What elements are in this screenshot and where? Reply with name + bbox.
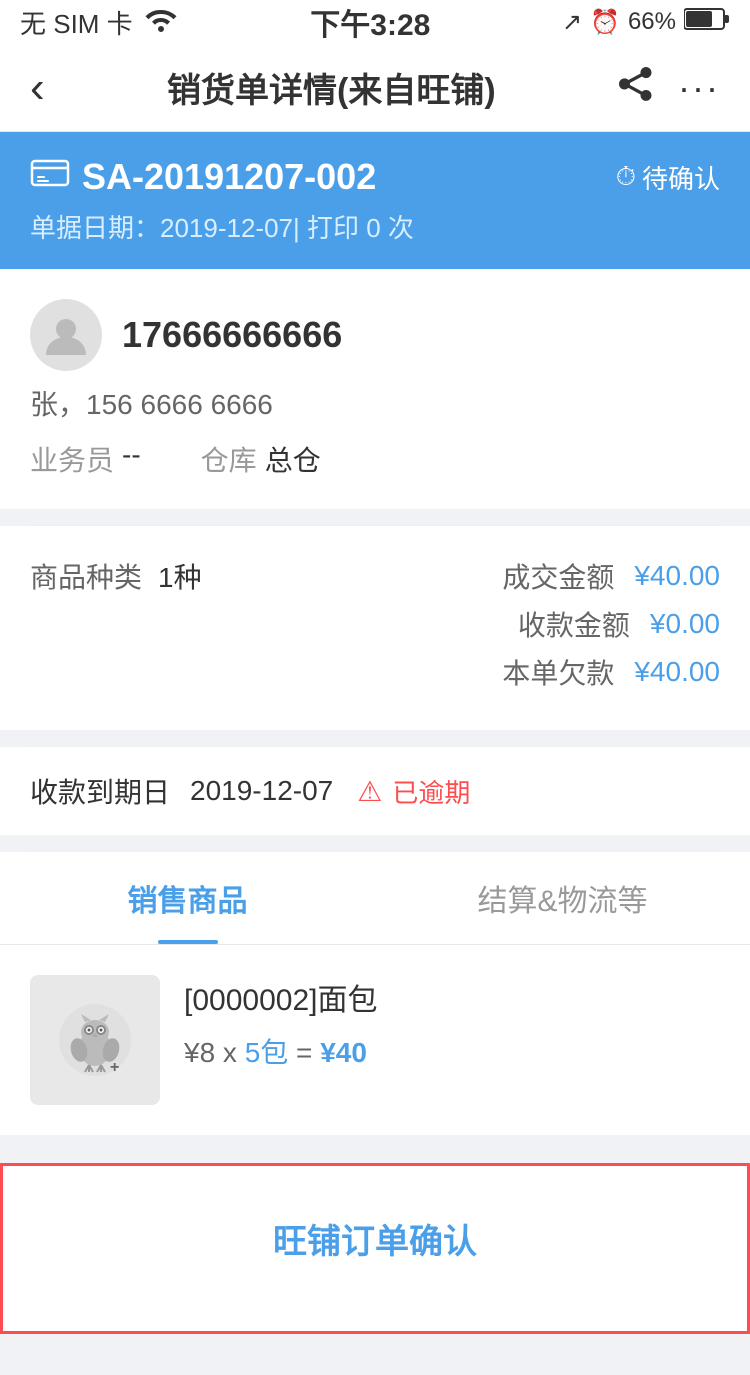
confirm-order-button[interactable]: 旺铺订单确认 (33, 1186, 717, 1291)
product-thumbnail: + (30, 975, 160, 1105)
customer-phone: 17666666666 (122, 314, 342, 356)
order-icon (30, 156, 70, 198)
tabs-section: 销售商品 结算&物流等 (0, 852, 750, 945)
warehouse-label: 仓库 (201, 439, 257, 479)
price-total: ¥40 (320, 1037, 367, 1068)
received-row: 收款金额 ¥0.00 (502, 604, 720, 644)
product-name: [0000002]面包 (184, 975, 720, 1019)
warning-icon: ⚠ (357, 775, 382, 808)
clock-icon: ⏱ (616, 161, 636, 193)
price-prefix: ¥8 x (184, 1037, 245, 1068)
nav-bar: ‹ 销货单详情(来自旺铺) ··· (0, 44, 750, 132)
salesman-label: 业务员 (30, 439, 114, 479)
arrears-label: 本单欠款 (502, 652, 614, 692)
battery-icon (684, 7, 730, 38)
product-price: ¥8 x 5包 = ¥40 (184, 1031, 720, 1071)
status-right: ↗ ⏰ 66% (562, 7, 730, 38)
page-title: 销货单详情(来自旺铺) (167, 63, 496, 112)
due-label: 收款到期日 (30, 771, 170, 811)
order-status: ⏱ 待确认 (616, 159, 720, 196)
share-button[interactable] (618, 66, 654, 110)
no-sim-text: 无 SIM 卡 (20, 4, 133, 41)
summary-section: 商品种类 1种 成交金额 ¥40.00 收款金额 ¥0.00 本单欠款 ¥40.… (0, 526, 750, 730)
nav-actions: ··· (618, 66, 720, 110)
tab-settlement[interactable]: 结算&物流等 (375, 852, 750, 944)
status-bar: 无 SIM 卡 下午3:28 ↗ ⏰ 66% (0, 0, 750, 44)
avatar (30, 299, 102, 371)
due-section: 收款到期日 2019-12-07 ⚠ 已逾期 (0, 747, 750, 835)
customer-name: 张，156 6666 6666 (30, 383, 720, 423)
order-header-top: SA-20191207-002 ⏱ 待确认 (30, 156, 720, 198)
more-button[interactable]: ··· (678, 67, 720, 109)
summary-right: 成交金额 ¥40.00 收款金额 ¥0.00 本单欠款 ¥40.00 (502, 556, 720, 700)
customer-top: 17666666666 (30, 299, 720, 371)
battery-text: 66% (628, 8, 676, 36)
due-date: 2019-12-07 (190, 775, 333, 807)
amount-row: 成交金额 ¥40.00 (502, 556, 720, 596)
received-label: 收款金额 (518, 604, 630, 644)
summary-category: 商品种类 1种 (30, 556, 202, 596)
confirm-button-wrapper: 旺铺订单确认 (0, 1163, 750, 1334)
status-left: 无 SIM 卡 (20, 4, 179, 41)
order-id: SA-20191207-002 (30, 156, 376, 198)
arrears-value: ¥40.00 (634, 656, 720, 688)
amount-label: 成交金额 (502, 556, 614, 596)
wifi-icon (143, 6, 179, 39)
location-icon: ↗ (562, 8, 582, 37)
svg-text:+: + (110, 1059, 119, 1076)
warehouse-info: 仓库 总仓 (201, 439, 321, 479)
salesman-value: -- (122, 439, 141, 479)
product-section: + [0000002]面包 ¥8 x 5包 = ¥40 (0, 945, 750, 1135)
warehouse-value: 总仓 (265, 439, 321, 479)
product-item: + [0000002]面包 ¥8 x 5包 = ¥40 (0, 945, 750, 1135)
qty-text: 5包 (245, 1037, 289, 1068)
product-info: [0000002]面包 ¥8 x 5包 = ¥40 (184, 975, 720, 1071)
summary-left: 商品种类 1种 (30, 556, 202, 596)
back-button[interactable]: ‹ (30, 63, 45, 113)
customer-meta: 业务员 -- 仓库 总仓 (30, 439, 720, 479)
customer-section: 17666666666 张，156 6666 6666 业务员 -- 仓库 总仓 (0, 269, 750, 509)
overdue-badge: ⚠ 已逾期 (357, 773, 470, 810)
arrears-row: 本单欠款 ¥40.00 (502, 652, 720, 692)
alarm-icon: ⏰ (590, 8, 620, 37)
amount-value: ¥40.00 (634, 560, 720, 592)
category-label: 商品种类 (30, 556, 142, 596)
received-value: ¥0.00 (650, 608, 720, 640)
overdue-text: 已逾期 (392, 773, 470, 810)
category-value: 1种 (158, 556, 202, 596)
equals-text: = (288, 1037, 320, 1068)
order-date: 单据日期：2019-12-07| 打印 0 次 (30, 208, 720, 245)
status-time: 下午3:28 (310, 0, 430, 44)
tab-products[interactable]: 销售商品 (0, 852, 375, 944)
order-header: SA-20191207-002 ⏱ 待确认 单据日期：2019-12-07| 打… (0, 132, 750, 269)
salesman-info: 业务员 -- (30, 439, 141, 479)
